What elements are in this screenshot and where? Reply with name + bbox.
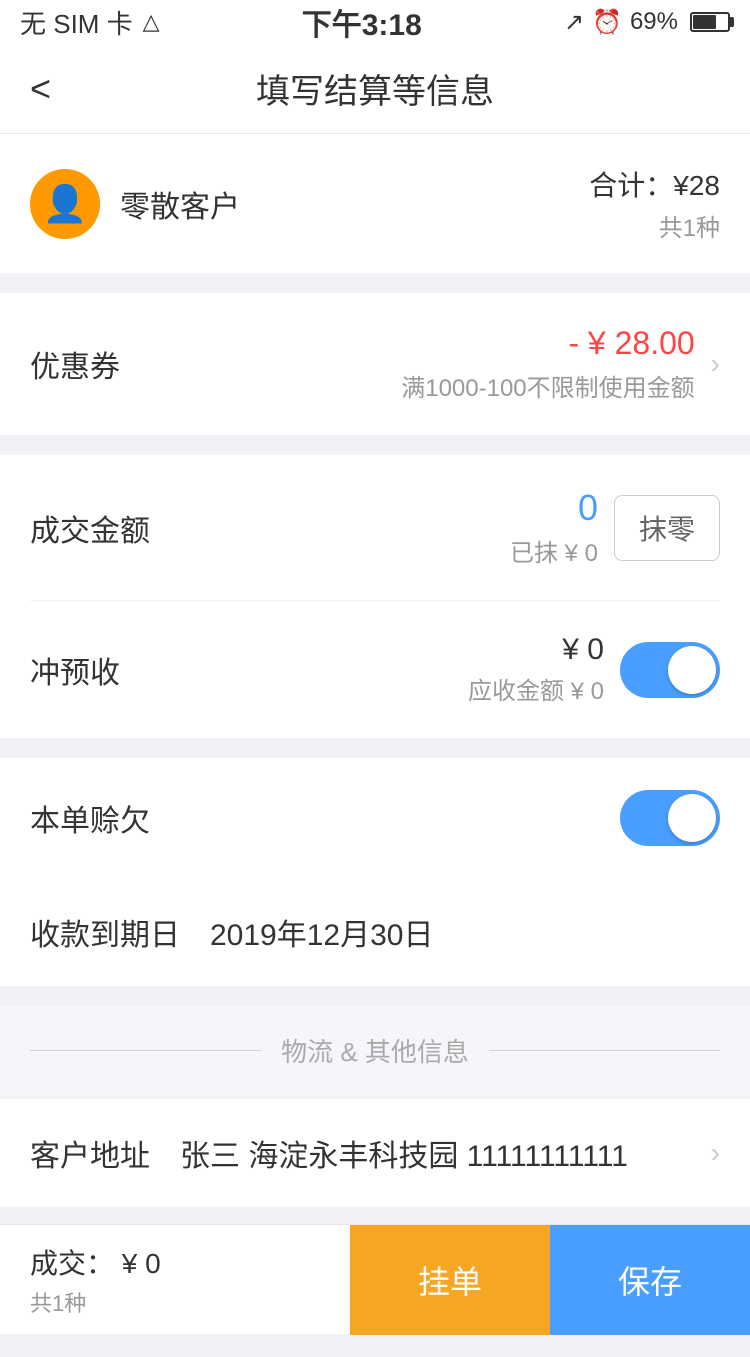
address-label: 客户地址 xyxy=(30,1131,150,1175)
coupon-value-block: - ¥ 28.00 满1000-100不限制使用金额 xyxy=(401,325,694,403)
status-bar: 无 SIM 卡 △ 下午3:18 ↗ ⏰ 69% xyxy=(0,0,750,44)
customer-left: 👤 零散客户 xyxy=(30,169,240,239)
address-chevron-icon: › xyxy=(711,1137,720,1169)
customer-total: 合计：¥28 xyxy=(589,164,720,204)
due-date-value: 2019年12月30日 xyxy=(210,910,433,954)
hang-button[interactable]: 挂单 xyxy=(350,1225,550,1335)
logistics-header: 物流 & 其他信息 xyxy=(0,1006,750,1095)
debt-toggle-knob xyxy=(668,794,716,842)
status-left: 无 SIM 卡 △ xyxy=(20,4,160,41)
coupon-right: - ¥ 28.00 满1000-100不限制使用金额 › xyxy=(401,325,720,403)
logistics-text: 物流 & 其他信息 xyxy=(281,1032,469,1069)
debt-right xyxy=(620,790,720,846)
prepay-toggle-knob xyxy=(668,646,716,694)
divider-4 xyxy=(0,986,750,1006)
bottom-count: 共1种 xyxy=(30,1286,320,1318)
save-button[interactable]: 保存 xyxy=(550,1225,750,1335)
back-button[interactable]: < xyxy=(30,68,51,110)
transaction-value-block: 0 已抹 ¥ 0 xyxy=(510,487,598,568)
due-date-label: 收款到期日 xyxy=(30,910,180,954)
content-area: 👤 零散客户 合计：¥28 共1种 优惠券 - ¥ 28.00 满1000-10… xyxy=(0,134,750,1357)
prepay-value-block: ¥ 0 应收金额 ¥ 0 xyxy=(468,633,604,706)
bottom-bar: 成交： ¥ 0 共1种 挂单 保存 xyxy=(0,1224,750,1334)
round-button[interactable]: 抹零 xyxy=(614,495,720,561)
debt-label: 本单赊欠 xyxy=(30,796,150,840)
carrier-text: 无 SIM 卡 xyxy=(20,4,133,41)
transaction-value: 0 xyxy=(510,487,598,529)
divider-3 xyxy=(0,738,750,758)
battery-icon xyxy=(690,12,730,32)
transaction-row: 成交金额 0 已抹 ¥ 0 抹零 xyxy=(30,455,720,601)
customer-avatar: 👤 xyxy=(30,169,100,239)
alarm-icon: ⏰ xyxy=(592,8,622,37)
battery-text: 69% xyxy=(630,8,678,36)
wifi-icon: △ xyxy=(143,9,160,35)
debt-toggle[interactable] xyxy=(620,790,720,846)
divider-1 xyxy=(0,273,750,293)
prepay-right: ¥ 0 应收金额 ¥ 0 xyxy=(468,633,720,706)
prepay-toggle[interactable] xyxy=(620,642,720,698)
bottom-summary: 成交： ¥ 0 共1种 xyxy=(0,1242,350,1318)
prepay-amount: ¥ 0 xyxy=(468,633,604,667)
status-time: 下午3:18 xyxy=(302,0,422,44)
coupon-chevron-icon: › xyxy=(711,348,720,380)
due-date-section: 收款到期日 2019年12月30日 xyxy=(0,878,750,986)
transaction-label: 成交金额 xyxy=(30,506,150,550)
logistics-line-left xyxy=(30,1050,261,1051)
address-value: 张三 海淀永丰科技园 11111111111 xyxy=(180,1131,711,1175)
status-right: ↗ ⏰ 69% xyxy=(564,8,730,37)
coupon-row[interactable]: 优惠券 - ¥ 28.00 满1000-100不限制使用金额 › xyxy=(30,293,720,435)
transaction-right: 0 已抹 ¥ 0 抹零 xyxy=(510,487,720,568)
prepay-sub: 应收金额 ¥ 0 xyxy=(468,671,604,706)
page-title: 填写结算等信息 xyxy=(256,64,494,113)
debt-row: 本单赊欠 xyxy=(30,758,720,878)
bottom-trans-label: 成交： xyxy=(30,1248,114,1279)
avatar-icon: 👤 xyxy=(43,183,88,225)
bottom-trans-value: ¥ 0 xyxy=(122,1248,161,1279)
customer-name: 零散客户 xyxy=(120,182,240,226)
location-icon: ↗ xyxy=(564,8,584,37)
bottom-trans: 成交： ¥ 0 xyxy=(30,1242,320,1282)
logistics-line-right xyxy=(489,1050,720,1051)
coupon-desc: 满1000-100不限制使用金额 xyxy=(401,368,694,403)
logistics-header-line: 物流 & 其他信息 xyxy=(30,1032,720,1069)
transaction-sub: 已抹 ¥ 0 xyxy=(510,533,598,568)
transaction-section: 成交金额 0 已抹 ¥ 0 抹零 冲预收 ¥ 0 应收金额 ¥ 0 xyxy=(0,455,750,738)
nav-bar: < 填写结算等信息 xyxy=(0,44,750,134)
customer-count: 共1种 xyxy=(589,208,720,243)
coupon-amount: - ¥ 28.00 xyxy=(401,325,694,362)
customer-section: 👤 零散客户 合计：¥28 共1种 xyxy=(0,134,750,273)
address-section[interactable]: 客户地址 张三 海淀永丰科技园 11111111111 › xyxy=(0,1099,750,1207)
customer-summary: 合计：¥28 共1种 xyxy=(589,164,720,243)
debt-section: 本单赊欠 xyxy=(0,758,750,878)
coupon-section[interactable]: 优惠券 - ¥ 28.00 满1000-100不限制使用金额 › xyxy=(0,293,750,435)
prepay-row: 冲预收 ¥ 0 应收金额 ¥ 0 xyxy=(30,601,720,738)
coupon-label: 优惠券 xyxy=(30,342,120,386)
divider-2 xyxy=(0,435,750,455)
prepay-label: 冲预收 xyxy=(30,648,120,692)
